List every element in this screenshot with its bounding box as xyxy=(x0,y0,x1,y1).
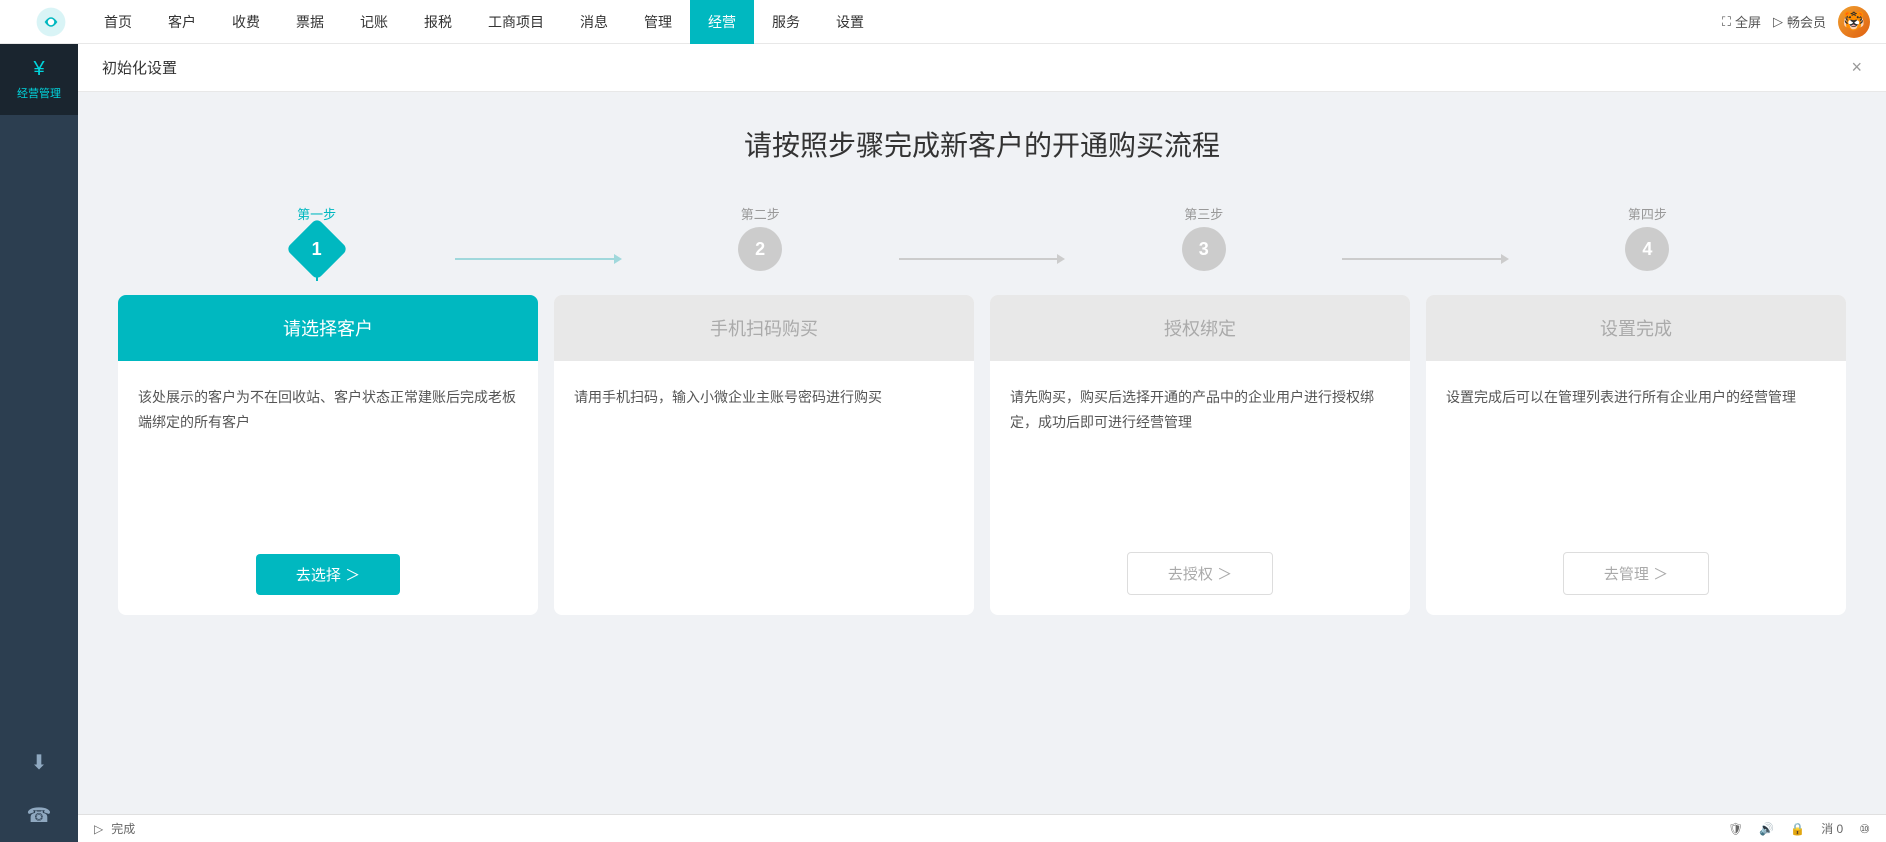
main-content: 请按照步骤完成新客户的开通购买流程 第一步 1 xyxy=(78,92,1886,814)
download-icon: ⬇ xyxy=(31,750,48,775)
nav-manage[interactable]: 管理 xyxy=(626,0,690,44)
card-1-footer: 去选择 ＞ xyxy=(118,538,538,615)
lock-icon: 🔒 xyxy=(1790,822,1805,836)
card-4-footer: 去管理 ＞ xyxy=(1426,536,1846,615)
step-4-number: 4 xyxy=(1642,239,1652,260)
version-info: ⑩ xyxy=(1859,822,1870,836)
step-col-2: 第二步 2 xyxy=(622,204,899,271)
nav-service[interactable]: 服务 xyxy=(754,0,818,44)
card-2-footer xyxy=(554,579,974,615)
nav-right: ⛶ 全屏 ▷ 畅会员 🐯 xyxy=(1722,6,1870,38)
nav-fee[interactable]: 收费 xyxy=(214,0,278,44)
play-icon: ▷ xyxy=(94,822,103,836)
fullscreen-label: 全屏 xyxy=(1735,12,1761,31)
shield-icon: 🛡 xyxy=(1728,822,1743,836)
nav-items: 首页 客户 收费 票据 记账 报税 工商项目 消息 管理 经营 服务 设置 xyxy=(86,0,1722,44)
card-4-body: 设置完成后可以在管理列表进行所有企业用户的经营管理 xyxy=(1426,361,1846,536)
step-card-4: 设置完成 设置完成后可以在管理列表进行所有企业用户的经营管理 去管理 ＞ xyxy=(1426,295,1846,615)
nav-tax[interactable]: 报税 xyxy=(406,0,470,44)
status-bar-right: 🛡 🔊 🔒 消 0 ⑩ xyxy=(1728,820,1870,837)
top-navigation: 首页 客户 收费 票据 记账 报税 工商项目 消息 管理 经营 服务 设置 ⛶ … xyxy=(0,0,1886,44)
status-bar-left: ▷ 完成 xyxy=(94,820,135,837)
step-3-label: 第三步 xyxy=(1184,204,1223,223)
connector-2-3 xyxy=(899,254,1065,264)
cards-row: 请选择客户 该处展示的客户为不在回收站、客户状态正常建账后完成老板端绑定的所有客… xyxy=(118,295,1846,615)
vip-label: 畅会员 xyxy=(1787,12,1826,31)
card-3-footer: 去授权 ＞ xyxy=(990,536,1410,615)
step-card-3: 授权绑定 请先购买，购买后选择开通的产品中的企业用户进行授权绑定，成功后即可进行… xyxy=(990,295,1410,615)
sidebar-operation-label: 经营管理 xyxy=(17,85,61,101)
nav-account[interactable]: 记账 xyxy=(342,0,406,44)
sidebar-item-support[interactable]: ☎ xyxy=(27,789,52,842)
sidebar: ¥ 经营管理 ⬇ ☎ xyxy=(0,44,78,842)
status-bar: ▷ 完成 🛡 🔊 🔒 消 0 ⑩ xyxy=(78,814,1886,842)
nav-business[interactable]: 工商项目 xyxy=(470,0,562,44)
connector-1-2 xyxy=(455,254,621,264)
step-1-number: 1 xyxy=(312,238,322,259)
card-3-header: 授权绑定 xyxy=(990,295,1410,361)
step-card-2: 手机扫码购买 请用手机扫码，输入小微企业主账号密码进行购买 xyxy=(554,295,974,615)
steps-indicator: 第一步 1 第二步 2 xyxy=(118,204,1846,279)
vip-icon: ▷ xyxy=(1773,14,1783,30)
sidebar-bottom: ⬇ ☎ xyxy=(27,736,52,842)
main-layout: ¥ 经营管理 ⬇ ☎ 初始化设置 × 请按照步骤完成新客户的开通购买流程 xyxy=(0,44,1886,842)
step-2-number: 2 xyxy=(755,239,765,260)
sidebar-item-operation[interactable]: ¥ 经营管理 xyxy=(0,44,78,115)
card-2-header: 手机扫码购买 xyxy=(554,295,974,361)
content-area: 初始化设置 × 请按照步骤完成新客户的开通购买流程 第一步 1 xyxy=(78,44,1886,842)
fullscreen-icon: ⛶ xyxy=(1722,14,1731,30)
step-2-label: 第二步 xyxy=(741,204,780,223)
message-count: 消 0 xyxy=(1821,820,1843,837)
page-header: 初始化设置 × xyxy=(78,44,1886,92)
vip-btn[interactable]: ▷ 畅会员 xyxy=(1773,12,1826,31)
card-4-btn[interactable]: 去管理 ＞ xyxy=(1563,552,1709,595)
logo xyxy=(16,6,86,38)
step-4-label: 第四步 xyxy=(1628,204,1667,223)
volume-icon: 🔊 xyxy=(1759,822,1774,836)
card-3-body: 请先购买，购买后选择开通的产品中的企业用户进行授权绑定，成功后即可进行经营管理 xyxy=(990,361,1410,536)
nav-message[interactable]: 消息 xyxy=(562,0,626,44)
close-button[interactable]: × xyxy=(1851,57,1862,78)
step-col-1: 第一步 1 xyxy=(178,204,455,279)
sidebar-item-download[interactable]: ⬇ xyxy=(27,736,52,789)
status-text: 完成 xyxy=(111,820,135,837)
fullscreen-btn[interactable]: ⛶ 全屏 xyxy=(1722,12,1761,31)
support-icon: ☎ xyxy=(27,803,52,828)
operation-icon: ¥ xyxy=(33,58,44,81)
step-card-1: 请选择客户 该处展示的客户为不在回收站、客户状态正常建账后完成老板端绑定的所有客… xyxy=(118,295,538,615)
card-1-header: 请选择客户 xyxy=(118,295,538,361)
nav-setting[interactable]: 设置 xyxy=(818,0,882,44)
step-3-number: 3 xyxy=(1199,239,1209,260)
nav-operation[interactable]: 经营 xyxy=(690,0,754,44)
card-1-body: 该处展示的客户为不在回收站、客户状态正常建账后完成老板端绑定的所有客户 xyxy=(118,361,538,538)
step-col-4: 第四步 4 xyxy=(1509,204,1786,271)
user-avatar[interactable]: 🐯 xyxy=(1838,6,1870,38)
nav-home[interactable]: 首页 xyxy=(86,0,150,44)
nav-customer[interactable]: 客户 xyxy=(150,0,214,44)
card-4-header: 设置完成 xyxy=(1426,295,1846,361)
card-1-btn[interactable]: 去选择 ＞ xyxy=(256,554,400,595)
nav-bill[interactable]: 票据 xyxy=(278,0,342,44)
step-col-3: 第三步 3 xyxy=(1065,204,1342,271)
card-2-body: 请用手机扫码，输入小微企业主账号密码进行购买 xyxy=(554,361,974,579)
card-3-btn[interactable]: 去授权 ＞ xyxy=(1127,552,1273,595)
flow-title: 请按照步骤完成新客户的开通购买流程 xyxy=(118,124,1846,164)
connector-3-4 xyxy=(1342,254,1508,264)
page-title: 初始化设置 xyxy=(102,57,177,78)
